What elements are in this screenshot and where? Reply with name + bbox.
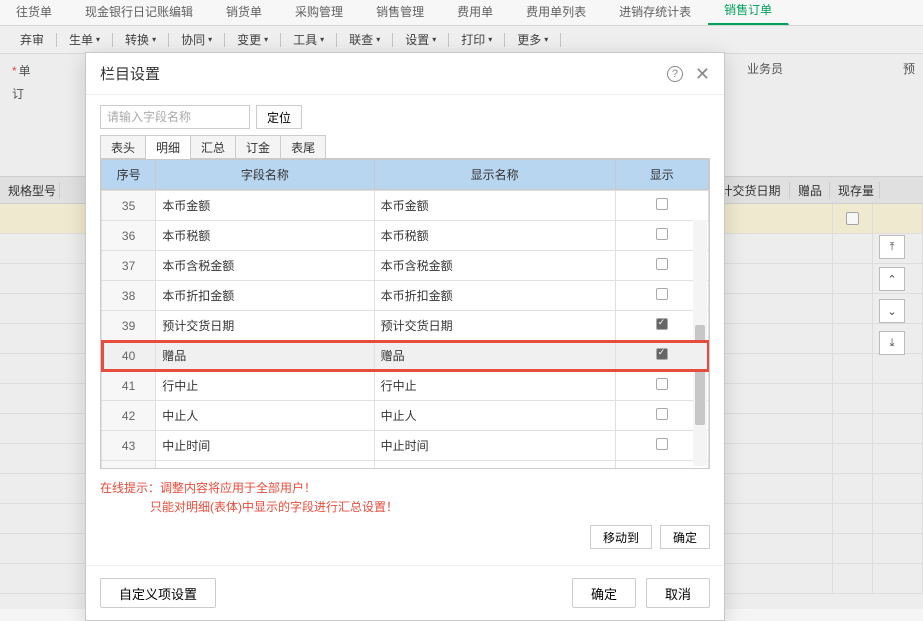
field-tab[interactable]: 表头 <box>100 135 146 159</box>
row-seq: 40 <box>102 341 156 371</box>
row-seq: 42 <box>102 401 156 431</box>
close-icon[interactable]: ✕ <box>695 65 710 83</box>
custom-fields-button[interactable]: 自定义项设置 <box>100 578 216 608</box>
row-field-name: 本币税额 <box>156 221 374 251</box>
row-field-name: 行中止 <box>156 371 374 401</box>
show-checkbox[interactable] <box>656 228 668 240</box>
help-icon[interactable]: ? <box>667 66 683 82</box>
row-seq: 41 <box>102 371 156 401</box>
row-field-name: 本币折扣金额 <box>156 281 374 311</box>
field-tab-content: 序号 字段名称 显示名称 显示 35本币金额本币金额36本币税额本币税额37本币… <box>100 158 710 469</box>
moveto-button[interactable]: 移动到 <box>590 525 652 549</box>
row-seq: 37 <box>102 251 156 281</box>
row-display-name[interactable]: 本币折扣金额 <box>374 281 615 311</box>
row-field-name: 预计交货日期 <box>156 311 374 341</box>
move-top-icon[interactable]: ⤒ <box>879 235 905 259</box>
col-name: 字段名称 <box>156 160 374 190</box>
row-seq: 39 <box>102 311 156 341</box>
row-show-cell <box>615 341 708 371</box>
col-disp: 显示名称 <box>374 160 615 190</box>
field-tab[interactable]: 表尾 <box>280 135 326 159</box>
move-down-icon[interactable]: ⌄ <box>879 299 905 323</box>
field-row[interactable]: 35本币金额本币金额 <box>102 191 709 221</box>
row-display-name[interactable]: 预计交货日期 <box>374 311 615 341</box>
ok-button[interactable]: 确定 <box>572 578 636 608</box>
row-field-name: 本币含税金额 <box>156 251 374 281</box>
row-seq: 36 <box>102 221 156 251</box>
row-seq: 43 <box>102 431 156 461</box>
modal-title: 栏目设置 <box>100 63 160 84</box>
field-row[interactable]: 37本币含税金额本币含税金额 <box>102 251 709 281</box>
show-checkbox[interactable] <box>656 438 668 450</box>
show-checkbox[interactable] <box>656 378 668 390</box>
row-display-name[interactable]: 本币含税金额 <box>374 251 615 281</box>
row-display-name[interactable]: 本币税额 <box>374 221 615 251</box>
field-row[interactable]: 43中止时间中止时间 <box>102 431 709 461</box>
field-row[interactable]: 42中止人中止人 <box>102 401 709 431</box>
field-row[interactable]: 38本币折扣金额本币折扣金额 <box>102 281 709 311</box>
field-row[interactable]: 40赠品赠品 <box>102 341 709 371</box>
col-show: 显示 <box>615 160 708 190</box>
show-checkbox[interactable] <box>656 258 668 270</box>
row-seq: 35 <box>102 191 156 221</box>
field-tab[interactable]: 订金 <box>235 135 281 159</box>
show-checkbox[interactable] <box>656 408 668 420</box>
row-display-name[interactable]: 中止人 <box>374 401 615 431</box>
show-checkbox[interactable] <box>656 318 668 330</box>
field-row[interactable]: 39预计交货日期预计交货日期 <box>102 311 709 341</box>
move-bottom-icon[interactable]: ⤓ <box>879 331 905 355</box>
hint-text: 在线提示：调整内容将应用于全部用户！ 只能对明细(表体)中显示的字段进行汇总设置… <box>100 479 710 517</box>
show-checkbox[interactable] <box>656 348 668 360</box>
show-checkbox[interactable] <box>656 198 668 210</box>
row-field-name: 本币金额 <box>156 191 374 221</box>
field-row[interactable]: 41行中止行中止 <box>102 371 709 401</box>
field-tabs: 表头明细汇总订金表尾 <box>100 135 710 159</box>
show-checkbox[interactable] <box>656 288 668 300</box>
field-tab[interactable]: 汇总 <box>190 135 236 159</box>
move-up-icon[interactable]: ⌃ <box>879 267 905 291</box>
row-field-name: 累计采购数量 <box>156 461 374 469</box>
row-field-name: 中止人 <box>156 401 374 431</box>
row-display-name[interactable]: 本币金额 <box>374 191 615 221</box>
row-show-cell <box>615 191 708 221</box>
field-tab[interactable]: 明细 <box>145 135 191 159</box>
row-display-name[interactable]: 赠品 <box>374 341 615 371</box>
row-field-name: 赠品 <box>156 341 374 371</box>
col-seq: 序号 <box>102 160 156 190</box>
row-display-name[interactable]: 累计采购数量 <box>374 461 615 469</box>
row-display-name[interactable]: 中止时间 <box>374 431 615 461</box>
row-seq: 44 <box>102 461 156 469</box>
row-field-name: 中止时间 <box>156 431 374 461</box>
modal-header: 栏目设置 ? ✕ <box>86 53 724 95</box>
field-row[interactable]: 44累计采购数量累计采购数量 <box>102 461 709 469</box>
search-input[interactable] <box>100 105 250 129</box>
confirm-small-button[interactable]: 确定 <box>660 525 710 549</box>
row-seq: 38 <box>102 281 156 311</box>
cancel-button[interactable]: 取消 <box>646 578 710 608</box>
row-display-name[interactable]: 行中止 <box>374 371 615 401</box>
reorder-buttons: ⤒ ⌃ ⌄ ⤓ <box>879 235 905 355</box>
field-row[interactable]: 36本币税额本币税额 <box>102 221 709 251</box>
locate-button[interactable]: 定位 <box>256 105 302 129</box>
column-settings-modal: 栏目设置 ? ✕ 定位 表头明细汇总订金表尾 序号 字段名称 显示名称 显示 <box>85 52 725 621</box>
